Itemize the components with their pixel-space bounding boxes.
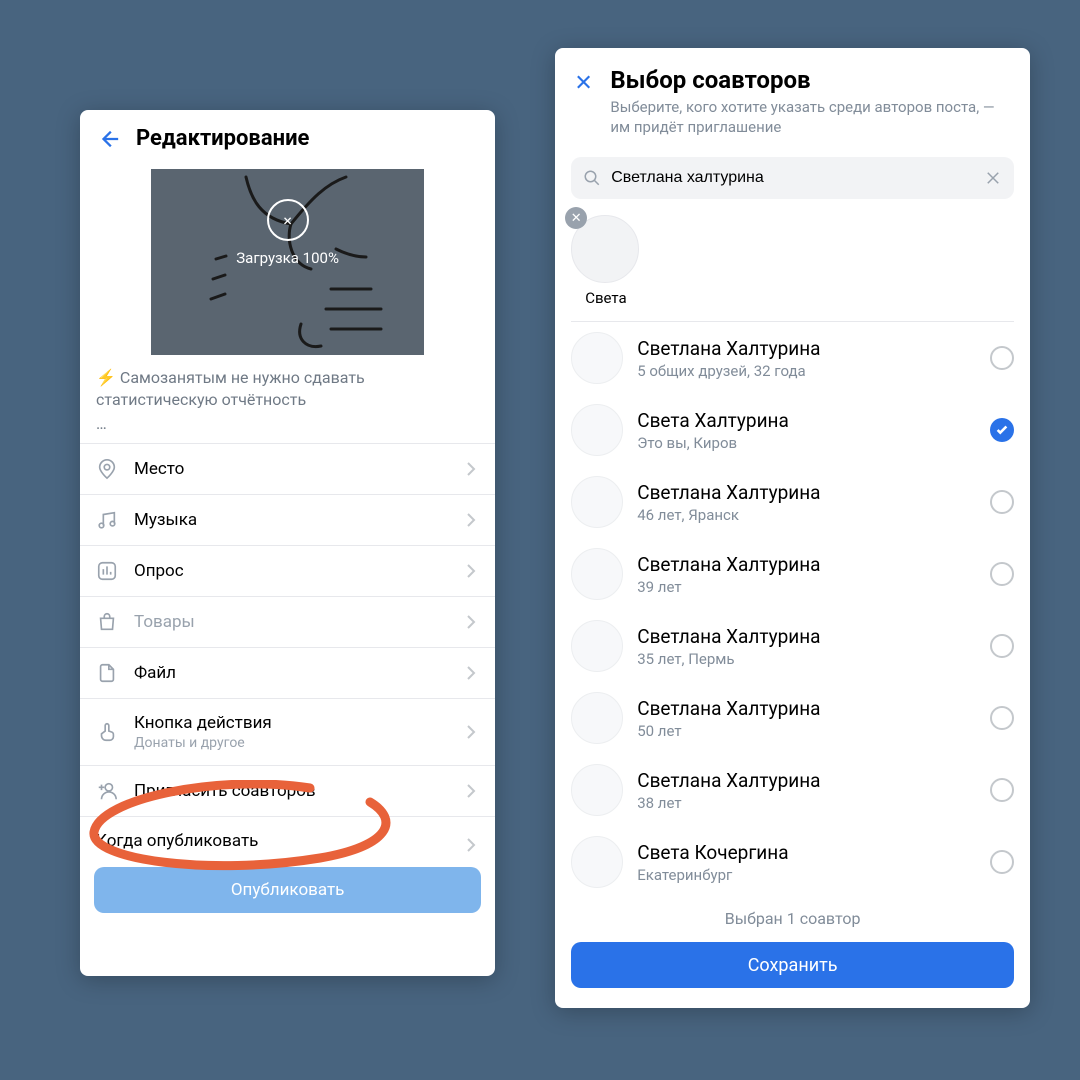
person-row[interactable]: Светлана Халтурина 39 лет — [571, 538, 1014, 610]
select-radio[interactable] — [990, 778, 1014, 802]
upload-cancel-icon[interactable]: × — [267, 199, 309, 241]
attachments-menu: Место Музыка Опрос Товары Файл Кнопка действи… — [80, 443, 495, 817]
clear-search-icon[interactable] — [984, 169, 1002, 187]
upload-progress-label: Загрузка 100% — [236, 249, 339, 267]
chevron-right-icon — [463, 512, 479, 528]
person-row[interactable]: Светлана Халтурина 46 лет, Яранск — [571, 466, 1014, 538]
post-text[interactable]: ⚡Самозанятым не нужно сдавать статистиче… — [80, 367, 495, 410]
select-radio[interactable] — [990, 346, 1014, 370]
menu-label: Место — [134, 459, 447, 479]
page-title: Выбор соавторов — [610, 66, 1010, 94]
chevron-right-icon — [463, 783, 479, 799]
person-name: Светлана Халтурина — [637, 769, 976, 792]
person-subtitle: 5 общих друзей, 32 года — [637, 362, 976, 380]
person-name: Светлана Халтурина — [637, 697, 976, 720]
person-subtitle: 39 лет — [637, 578, 976, 596]
menu-label: Музыка — [134, 510, 447, 530]
select-radio[interactable] — [990, 490, 1014, 514]
menu-item-poll[interactable]: Опрос — [80, 546, 495, 597]
page-subtitle: Выберите, кого хотите указать среди авто… — [610, 98, 1010, 137]
page-title: Редактирование — [136, 126, 309, 151]
chevron-right-icon — [463, 837, 479, 853]
avatar — [571, 548, 623, 600]
chevron-right-icon — [463, 563, 479, 579]
people-list: Светлана Халтурина 5 общих друзей, 32 год… — [571, 321, 1014, 901]
search-icon — [583, 169, 601, 187]
person-name: Света Кочергина — [637, 841, 976, 864]
schedule-row[interactable]: Когда опубликовать — [80, 817, 495, 853]
menu-label: Товары — [134, 612, 447, 632]
menu-item-music[interactable]: Музыка — [80, 495, 495, 546]
person-subtitle: 50 лет — [637, 722, 976, 740]
select-radio[interactable] — [990, 562, 1014, 586]
avatar — [571, 332, 623, 384]
poll-icon — [96, 560, 118, 582]
menu-label: Кнопка действия — [134, 713, 447, 733]
avatar — [571, 404, 623, 456]
person-name: Светлана Халтурина — [637, 553, 976, 576]
search-input[interactable] — [611, 169, 974, 187]
person-row[interactable]: Светлана Халтурина 35 лет, Пермь — [571, 610, 1014, 682]
save-button[interactable]: Сохранить — [571, 942, 1014, 988]
chip-label: Света — [585, 289, 1014, 307]
bag-icon — [96, 611, 118, 633]
zap-icon: ⚡ — [96, 368, 116, 387]
menu-item-bag[interactable]: Товары — [80, 597, 495, 648]
publish-button[interactable]: Опубликовать — [94, 867, 481, 913]
file-icon — [96, 662, 118, 684]
tap-icon — [96, 721, 118, 743]
person-name: Света Халтурина — [637, 409, 976, 432]
person-subtitle: Это вы, Киров — [637, 434, 976, 452]
pin-icon — [96, 458, 118, 480]
person-subtitle: 35 лет, Пермь — [637, 650, 976, 668]
select-radio[interactable] — [990, 706, 1014, 730]
person-subtitle: 38 лет — [637, 794, 976, 812]
chevron-right-icon — [463, 461, 479, 477]
person-row[interactable]: Света Халтурина Это вы, Киров — [571, 394, 1014, 466]
avatar — [571, 692, 623, 744]
menu-item-useradd[interactable]: Пригласить соавторов — [80, 766, 495, 817]
menu-sublabel: Донаты и другое — [134, 735, 447, 751]
close-icon[interactable] — [575, 70, 592, 94]
header: Выбор соавторов Выберите, кого хотите ук… — [555, 48, 1030, 147]
menu-item-file[interactable]: Файл — [80, 648, 495, 699]
selection-count: Выбран 1 соавтор — [555, 901, 1030, 936]
select-radio[interactable] — [990, 418, 1014, 442]
person-name: Светлана Халтурина — [637, 481, 976, 504]
avatar — [571, 476, 623, 528]
selected-chip: ✕ Света — [555, 209, 1030, 313]
coauthors-picker-screen: Выбор соавторов Выберите, кого хотите ук… — [555, 48, 1030, 1008]
avatar — [571, 836, 623, 888]
post-text-more: … — [80, 410, 495, 443]
person-subtitle: 46 лет, Яранск — [637, 506, 976, 524]
person-name: Светлана Халтурина — [637, 625, 976, 648]
menu-label: Файл — [134, 663, 447, 683]
menu-item-tap[interactable]: Кнопка действия Донаты и другое — [80, 699, 495, 766]
chevron-right-icon — [463, 614, 479, 630]
header: Редактирование — [80, 110, 495, 161]
person-row[interactable]: Света Кочергина Екатеринбург — [571, 826, 1014, 898]
person-row[interactable]: Светлана Халтурина 38 лет — [571, 754, 1014, 826]
select-radio[interactable] — [990, 634, 1014, 658]
upload-preview[interactable]: × Загрузка 100% — [151, 169, 424, 355]
menu-label: Опрос — [134, 561, 447, 581]
avatar — [571, 764, 623, 816]
music-icon — [96, 509, 118, 531]
person-row[interactable]: Светлана Халтурина 5 общих друзей, 32 год… — [571, 322, 1014, 394]
select-radio[interactable] — [990, 850, 1014, 874]
person-subtitle: Екатеринбург — [637, 866, 976, 884]
person-row[interactable]: Светлана Халтурина 50 лет — [571, 682, 1014, 754]
edit-post-screen: Редактирование × Загрузка 100% ⚡Самозаня… — [80, 110, 495, 976]
person-name: Светлана Халтурина — [637, 337, 976, 360]
useradd-icon — [96, 780, 118, 802]
menu-label: Пригласить соавторов — [134, 781, 447, 801]
back-icon[interactable] — [98, 128, 120, 150]
chevron-right-icon — [463, 724, 479, 740]
search-field[interactable] — [571, 157, 1014, 199]
menu-item-pin[interactable]: Место — [80, 444, 495, 495]
chevron-right-icon — [463, 665, 479, 681]
avatar — [571, 620, 623, 672]
schedule-label: Когда опубликовать — [96, 831, 258, 851]
